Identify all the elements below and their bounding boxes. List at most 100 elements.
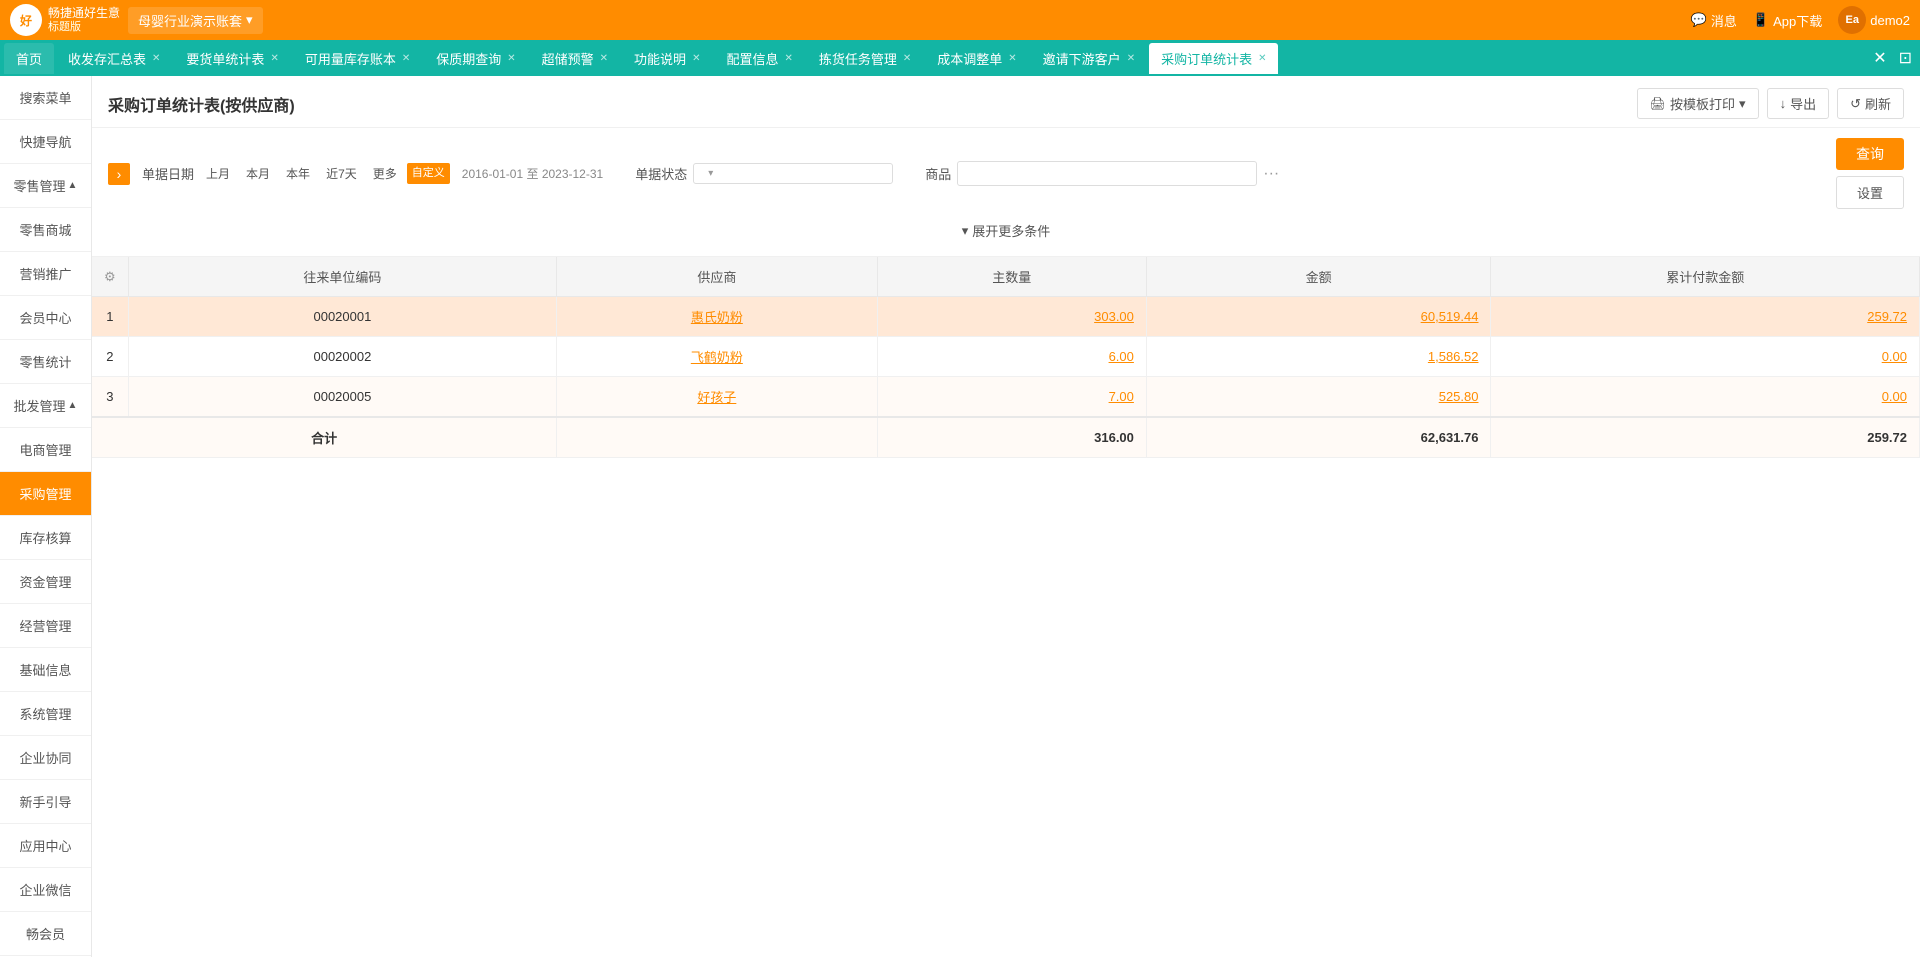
goods-filter-input[interactable] <box>957 161 1257 186</box>
date-this-month[interactable]: 本月 <box>240 163 276 184</box>
tab-jianhuo-close[interactable]: ✕ <box>903 53 911 64</box>
sidebar-item-ecommerce[interactable]: 电商管理 <box>0 428 91 472</box>
tab-kuyongliang[interactable]: 可用量库存账本 ✕ <box>293 43 422 74</box>
table-row[interactable]: 1 00020001 惠氏奶粉 303.00 60,519.44 <box>92 297 1920 337</box>
tab-chaochu-close[interactable]: ✕ <box>600 53 608 64</box>
sidebar-item-basics[interactable]: 基础信息 <box>0 648 91 692</box>
sidebar-item-retail-mgmt[interactable]: 零售管理 ▲ <box>0 164 91 208</box>
filter-goods-item: 商品 ··· <box>925 161 1279 186</box>
row-1-amount-link[interactable]: 60,519.44 <box>1421 309 1479 324</box>
sidebar-item-newbie[interactable]: 新手引导 <box>0 780 91 824</box>
tab-baozhi[interactable]: 保质期查询 ✕ <box>424 43 527 74</box>
footer-total-qty: 316.00 <box>877 417 1146 458</box>
app-download-button[interactable]: 📱 App下载 <box>1753 11 1822 30</box>
user-profile[interactable]: Ea demo2 <box>1838 6 1910 34</box>
row-1-amount: 60,519.44 <box>1146 297 1491 337</box>
query-button[interactable]: 查询 <box>1836 138 1904 170</box>
sidebar-appcenter-label: 应用中心 <box>19 836 71 855</box>
tab-chengben[interactable]: 成本调整单 ✕ <box>925 43 1028 74</box>
sidebar-item-member[interactable]: 会员中心 <box>0 296 91 340</box>
tab-kuyongliang-close[interactable]: ✕ <box>402 53 410 64</box>
row-2-qty-link[interactable]: 6.00 <box>1109 349 1134 364</box>
sidebar-item-retail-shop[interactable]: 零售商城 <box>0 208 91 252</box>
row-1-qty: 303.00 <box>877 297 1146 337</box>
sidebar-finance-label: 资金管理 <box>19 572 71 591</box>
settings-button[interactable]: 设置 <box>1836 176 1904 209</box>
th-supplier: 供应商 <box>557 257 877 297</box>
tab-caigou-close[interactable]: ✕ <box>1258 53 1266 64</box>
tab-yaoqing-close[interactable]: ✕ <box>1127 53 1135 64</box>
tab-chaochu-label: 超储预警 <box>542 49 594 68</box>
sidebar-item-system[interactable]: 系统管理 <box>0 692 91 736</box>
sidebar-item-collab[interactable]: 企业协同 <box>0 736 91 780</box>
row-1-paid-link[interactable]: 259.72 <box>1867 309 1907 324</box>
nav-close-icon[interactable]: ✕ <box>1869 46 1890 70</box>
tab-shoufacun-close[interactable]: ✕ <box>152 53 160 64</box>
table-row[interactable]: 2 00020002 飞鹤奶粉 6.00 1,586.52 <box>92 337 1920 377</box>
sidebar-item-vip[interactable]: 畅会员 <box>0 912 91 956</box>
tab-home[interactable]: 首页 <box>4 43 54 74</box>
sidebar-item-finance[interactable]: 资金管理 <box>0 560 91 604</box>
row-2-amount-link[interactable]: 1,586.52 <box>1428 349 1479 364</box>
tab-gongneng[interactable]: 功能说明 ✕ <box>622 43 712 74</box>
filter-area: › 单据日期 上月 本月 本年 近7天 更多 自定义 2016-01-01 至 … <box>92 128 1920 257</box>
row-1-supplier-link[interactable]: 惠氏奶粉 <box>691 310 743 325</box>
tab-peizhi-close[interactable]: ✕ <box>784 53 792 64</box>
date-custom-badge[interactable]: 自定义 <box>407 163 450 184</box>
expand-more-button[interactable]: ▾ 展开更多条件 <box>956 215 1057 246</box>
export-button[interactable]: ↓ 导出 <box>1767 88 1830 119</box>
sidebar-item-inventory[interactable]: 库存核算 <box>0 516 91 560</box>
status-select[interactable]: ▾ <box>693 163 893 184</box>
logo-icon: 好 <box>10 4 42 36</box>
sidebar-item-search[interactable]: 搜索菜单 <box>0 76 91 120</box>
table-settings-icon[interactable]: ⚙ <box>104 269 116 284</box>
sidebar-item-marketing[interactable]: 营销推广 <box>0 252 91 296</box>
tab-yaohuo[interactable]: 要货单统计表 ✕ <box>174 43 290 74</box>
row-1-code: 00020001 <box>128 297 557 337</box>
row-3-qty-link[interactable]: 7.00 <box>1109 389 1134 404</box>
sidebar-item-wechat[interactable]: 企业微信 <box>0 868 91 912</box>
tab-yaohuo-close[interactable]: ✕ <box>270 53 278 64</box>
row-3-supplier-link[interactable]: 好孩子 <box>697 390 736 405</box>
goods-filter-label: 商品 <box>925 164 951 183</box>
date-last-month[interactable]: 上月 <box>200 163 236 184</box>
row-3-amount-link[interactable]: 525.80 <box>1439 389 1479 404</box>
tab-jianhuo[interactable]: 拣货任务管理 ✕ <box>807 43 923 74</box>
row-2-supplier-link[interactable]: 飞鹤奶粉 <box>691 350 743 365</box>
sidebar-item-operations[interactable]: 经营管理 <box>0 604 91 648</box>
print-dropdown-icon: ▾ <box>1739 96 1746 112</box>
row-3-paid-link[interactable]: 0.00 <box>1882 389 1907 404</box>
data-table: ⚙ 往来单位编码 供应商 主数量 金额 累计付款金额 1 00020001 <box>92 257 1920 458</box>
refresh-icon: ↺ <box>1850 96 1861 112</box>
tab-peizhi[interactable]: 配置信息 ✕ <box>714 43 804 74</box>
tab-chaochu[interactable]: 超储预警 ✕ <box>530 43 620 74</box>
tab-chengben-close[interactable]: ✕ <box>1008 53 1016 64</box>
tab-baozhi-close[interactable]: ✕ <box>507 53 515 64</box>
sidebar-item-purchase[interactable]: 采购管理 <box>0 472 91 516</box>
date-7days[interactable]: 近7天 <box>320 163 363 184</box>
row-1-qty-link[interactable]: 303.00 <box>1094 309 1134 324</box>
breadcrumb-dropdown[interactable]: 母婴行业演示账套 ▾ <box>128 7 263 34</box>
tab-yaoqing[interactable]: 邀请下游客户 ✕ <box>1031 43 1147 74</box>
row-2-paid-link[interactable]: 0.00 <box>1882 349 1907 364</box>
tab-shoufacun[interactable]: 收发存汇总表 ✕ <box>56 43 172 74</box>
sidebar-item-wholesale[interactable]: 批发管理 ▲ <box>0 384 91 428</box>
date-more[interactable]: 更多 <box>367 163 403 184</box>
refresh-label: 刷新 <box>1865 94 1891 113</box>
th-qty: 主数量 <box>877 257 1146 297</box>
sidebar-item-appcenter[interactable]: 应用中心 <box>0 824 91 868</box>
tab-caigou-active[interactable]: 采购订单统计表 ✕ <box>1149 43 1278 74</box>
goods-more-icon[interactable]: ··· <box>1263 165 1279 183</box>
message-button[interactable]: 💬 消息 <box>1691 11 1737 30</box>
nav-maximize-icon[interactable]: ⊡ <box>1895 46 1916 70</box>
row-1-supplier: 惠氏奶粉 <box>557 297 877 337</box>
sidebar-item-retail-stats[interactable]: 零售统计 <box>0 340 91 384</box>
table-row[interactable]: 3 00020005 好孩子 7.00 525.80 <box>92 377 1920 418</box>
filter-toggle-button[interactable]: › <box>108 163 130 185</box>
tab-gongneng-close[interactable]: ✕ <box>692 53 700 64</box>
row-2-code: 00020002 <box>128 337 557 377</box>
sidebar-item-quicknav[interactable]: 快捷导航 <box>0 120 91 164</box>
date-this-year[interactable]: 本年 <box>280 163 316 184</box>
refresh-button[interactable]: ↺ 刷新 <box>1837 88 1904 119</box>
print-button[interactable]: 🖨 按模板打印 ▾ <box>1637 88 1759 119</box>
